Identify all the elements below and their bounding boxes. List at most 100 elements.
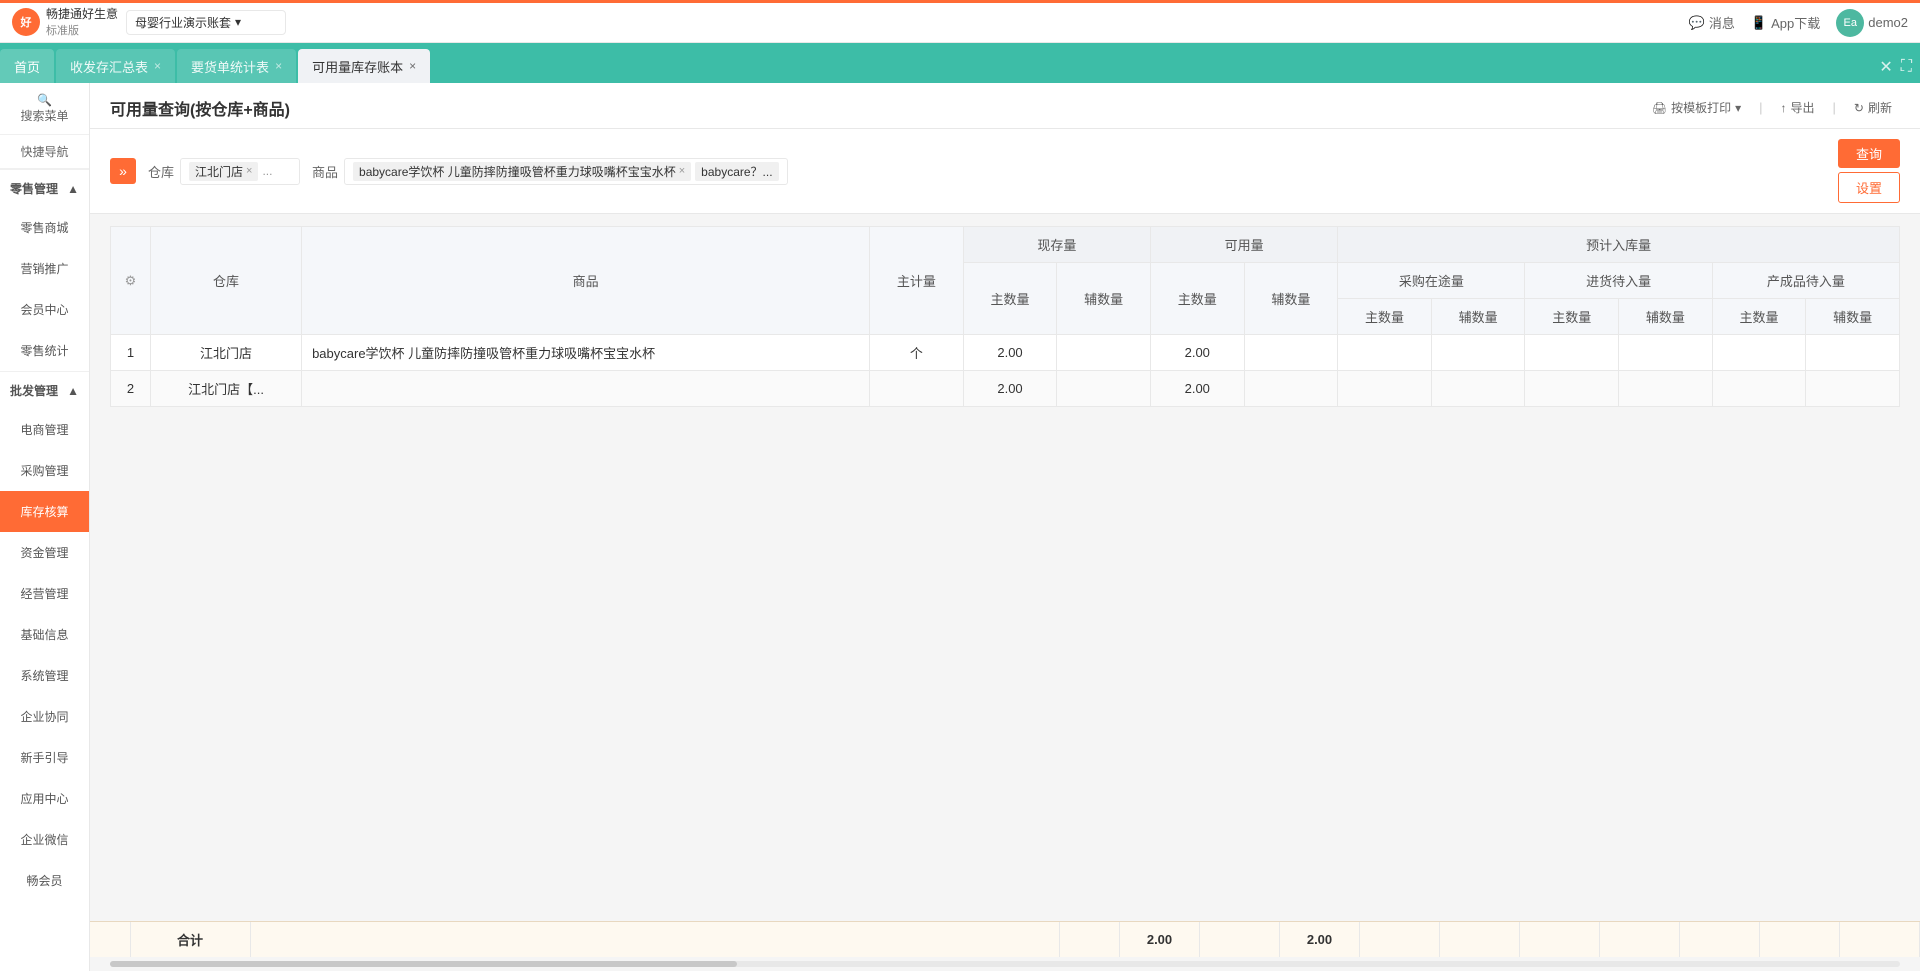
sidebar-quick-nav-label: 快捷导航 [20, 145, 68, 159]
sidebar-item-wholesale-mgmt[interactable]: 批发管理 ▲ [0, 372, 89, 409]
cell-fin-pending-main [1712, 335, 1806, 371]
sidebar-item-retail-stats[interactable]: 零售统计 [0, 330, 89, 371]
product-tag-1: babycare学饮杯 儿童防摔防撞吸管杯重力球吸嘴杯宝宝水杯 × [353, 162, 691, 181]
page-title: 可用量查询(按仓库+商品) [110, 96, 290, 120]
col-avail-main: 主数量 [1150, 263, 1244, 335]
tab-available-stock-label: 可用量库存账本 [312, 57, 403, 76]
sidebar-item-purchase[interactable]: 采购管理 [0, 450, 89, 491]
cell-main-unit [870, 371, 964, 407]
sidebar-item-inventory[interactable]: 库存核算 [0, 491, 89, 532]
sidebar-retail-mall-label: 零售商城 [20, 219, 68, 236]
nav-tabs: 首页 收发存汇总表 × 要货单统计表 × 可用量库存账本 × ✕ ⛶ [0, 43, 1920, 83]
sidebar-item-operations[interactable]: 经营管理 [0, 573, 89, 614]
col-stock-main: 主数量 [963, 263, 1057, 335]
sidebar-search[interactable]: 🔍 搜索菜单 [0, 83, 89, 135]
col-available-header: 可用量 [1150, 227, 1337, 263]
print-btn[interactable]: 🖨 按模板打印 ▾ [1644, 95, 1749, 120]
cell-stock-main: 2.00 [963, 371, 1057, 407]
warehouse-tag-close[interactable]: × [246, 165, 252, 177]
message-btn[interactable]: 💬 消息 [1689, 13, 1735, 32]
cell-fin-pending-aux [1806, 335, 1900, 371]
scrollbar-thumb[interactable] [110, 961, 737, 967]
sidebar-item-retail-mgmt[interactable]: 零售管理 ▲ [0, 170, 89, 207]
product-tag-1-text: babycare学饮杯 儿童防摔防撞吸管杯重力球吸嘴杯宝宝水杯 [359, 163, 676, 180]
sidebar-item-system[interactable]: 系统管理 [0, 655, 89, 696]
sidebar-item-member-center[interactable]: 会员中心 [0, 289, 89, 330]
cell-seq: 2 [111, 371, 151, 407]
product-input[interactable]: babycare学饮杯 儿童防摔防撞吸管杯重力球吸嘴杯宝宝水杯 × babyca… [344, 158, 788, 185]
sidebar-purchase-label: 采购管理 [20, 462, 68, 479]
sidebar-app-center-label: 应用中心 [20, 790, 68, 807]
query-button[interactable]: 查询 [1838, 139, 1900, 168]
divider-1: | [1759, 100, 1762, 115]
sidebar-item-new-guide[interactable]: 新手引导 [0, 737, 89, 778]
close-all-icon[interactable]: ✕ [1879, 57, 1892, 77]
total-pur-pending-aux [1680, 922, 1760, 957]
sidebar-item-member-plus[interactable]: 畅会员 [0, 860, 89, 901]
page-header: 可用量查询(按仓库+商品) 🖨 按模板打印 ▾ | ↑ 导出 | ↻ 刷新 [90, 83, 1920, 129]
tab-order-stats-close[interactable]: × [275, 59, 282, 73]
sidebar-item-enterprise-collab[interactable]: 企业协同 [0, 696, 89, 737]
sidebar-item-enterprise-wechat[interactable]: 企业微信 [0, 819, 89, 860]
sidebar-item-app-center[interactable]: 应用中心 [0, 778, 89, 819]
sidebar-member-center-label: 会员中心 [20, 301, 68, 318]
refresh-btn[interactable]: ↻ 刷新 [1846, 95, 1900, 120]
warehouse-filter: 仓库 江北门店 × ... [148, 158, 300, 185]
cell-stock-aux [1057, 371, 1151, 407]
search-icon: 🔍 [37, 93, 52, 107]
org-selector[interactable]: 母婴行业演示账套 ▾ [126, 10, 286, 35]
sidebar-retail-stats-label: 零售统计 [20, 342, 68, 359]
cell-product: babycare学饮杯 儿童防摔防撞吸管杯重力球吸嘴杯宝宝水杯 [302, 335, 870, 371]
tab-home[interactable]: 首页 [0, 49, 54, 83]
warehouse-more[interactable]: ... [262, 164, 272, 178]
col-fin-pending-aux: 辅数量 [1806, 299, 1900, 335]
tab-order-stats[interactable]: 要货单统计表 × [177, 49, 296, 83]
sidebar-item-basic-info[interactable]: 基础信息 [0, 614, 89, 655]
col-current-stock-header: 现存量 [963, 227, 1150, 263]
tab-receipts[interactable]: 收发存汇总表 × [56, 49, 175, 83]
app-download-btn[interactable]: 📱 App下载 [1751, 13, 1820, 32]
filter-bar: » 仓库 江北门店 × ... 商品 babycare学饮杯 儿童防摔防撞吸管杯… [90, 129, 1920, 214]
user-area[interactable]: Ea demo2 [1836, 9, 1908, 37]
sidebar-item-ecommerce[interactable]: 电商管理 [0, 409, 89, 450]
content-area: 可用量查询(按仓库+商品) 🖨 按模板打印 ▾ | ↑ 导出 | ↻ 刷新 [90, 83, 1920, 971]
setting-button[interactable]: 设置 [1838, 172, 1900, 203]
sidebar-new-guide-label: 新手引导 [20, 749, 68, 766]
scrollbar-track[interactable] [110, 961, 1900, 967]
message-icon: 💬 [1689, 15, 1705, 31]
logo-text: 畅捷通好生意 [46, 7, 118, 21]
sidebar-quick-nav[interactable]: 快捷导航 [0, 135, 89, 169]
col-pur-transit-main: 主数量 [1338, 299, 1432, 335]
sidebar-enterprise-collab-label: 企业协同 [20, 708, 68, 725]
export-btn[interactable]: ↑ 导出 [1773, 95, 1823, 120]
cell-pur-pending-main [1525, 335, 1619, 371]
sidebar-marketing-label: 营销推广 [20, 260, 68, 277]
col-pur-pending-main: 主数量 [1525, 299, 1619, 335]
total-fin-pending-main [1760, 922, 1840, 957]
top-bar-left: 好 畅捷通好生意 标准版 母婴行业演示账套 ▾ [12, 7, 286, 37]
tab-available-stock[interactable]: 可用量库存账本 × [298, 49, 430, 83]
product-tag-1-close[interactable]: × [679, 165, 685, 177]
total-stock-main: 2.00 [1120, 922, 1200, 957]
warehouse-tag: 江北门店 × [189, 162, 258, 181]
filter-toggle-btn[interactable]: » [110, 158, 136, 184]
logo-area: 好 畅捷通好生意 标准版 [12, 7, 118, 37]
sidebar-item-retail-mall[interactable]: 零售商城 [0, 207, 89, 248]
org-name: 母婴行业演示账套 [135, 14, 231, 31]
tab-receipts-close[interactable]: × [154, 59, 161, 73]
col-main-unit: 主计量 [870, 227, 964, 335]
col-avail-aux: 辅数量 [1244, 263, 1338, 335]
tab-home-label: 首页 [14, 57, 40, 76]
main-layout: 🔍 搜索菜单 快捷导航 零售管理 ▲ 零售商城 营销推广 会员中心 零售统计 批… [0, 83, 1920, 971]
sidebar-item-finance[interactable]: 资金管理 [0, 532, 89, 573]
print-icon: 🖨 [1652, 101, 1667, 115]
tab-order-stats-label: 要货单统计表 [191, 57, 269, 76]
tab-receipts-label: 收发存汇总表 [70, 57, 148, 76]
warehouse-input[interactable]: 江北门店 × ... [180, 158, 300, 185]
cell-avail-aux [1244, 371, 1338, 407]
sidebar-item-marketing[interactable]: 营销推广 [0, 248, 89, 289]
maximize-icon[interactable]: ⛶ [1901, 58, 1912, 76]
total-avail-main: 2.00 [1280, 922, 1360, 957]
tab-available-stock-close[interactable]: × [409, 59, 416, 73]
table-config-icon[interactable]: ⚙ [125, 273, 137, 288]
